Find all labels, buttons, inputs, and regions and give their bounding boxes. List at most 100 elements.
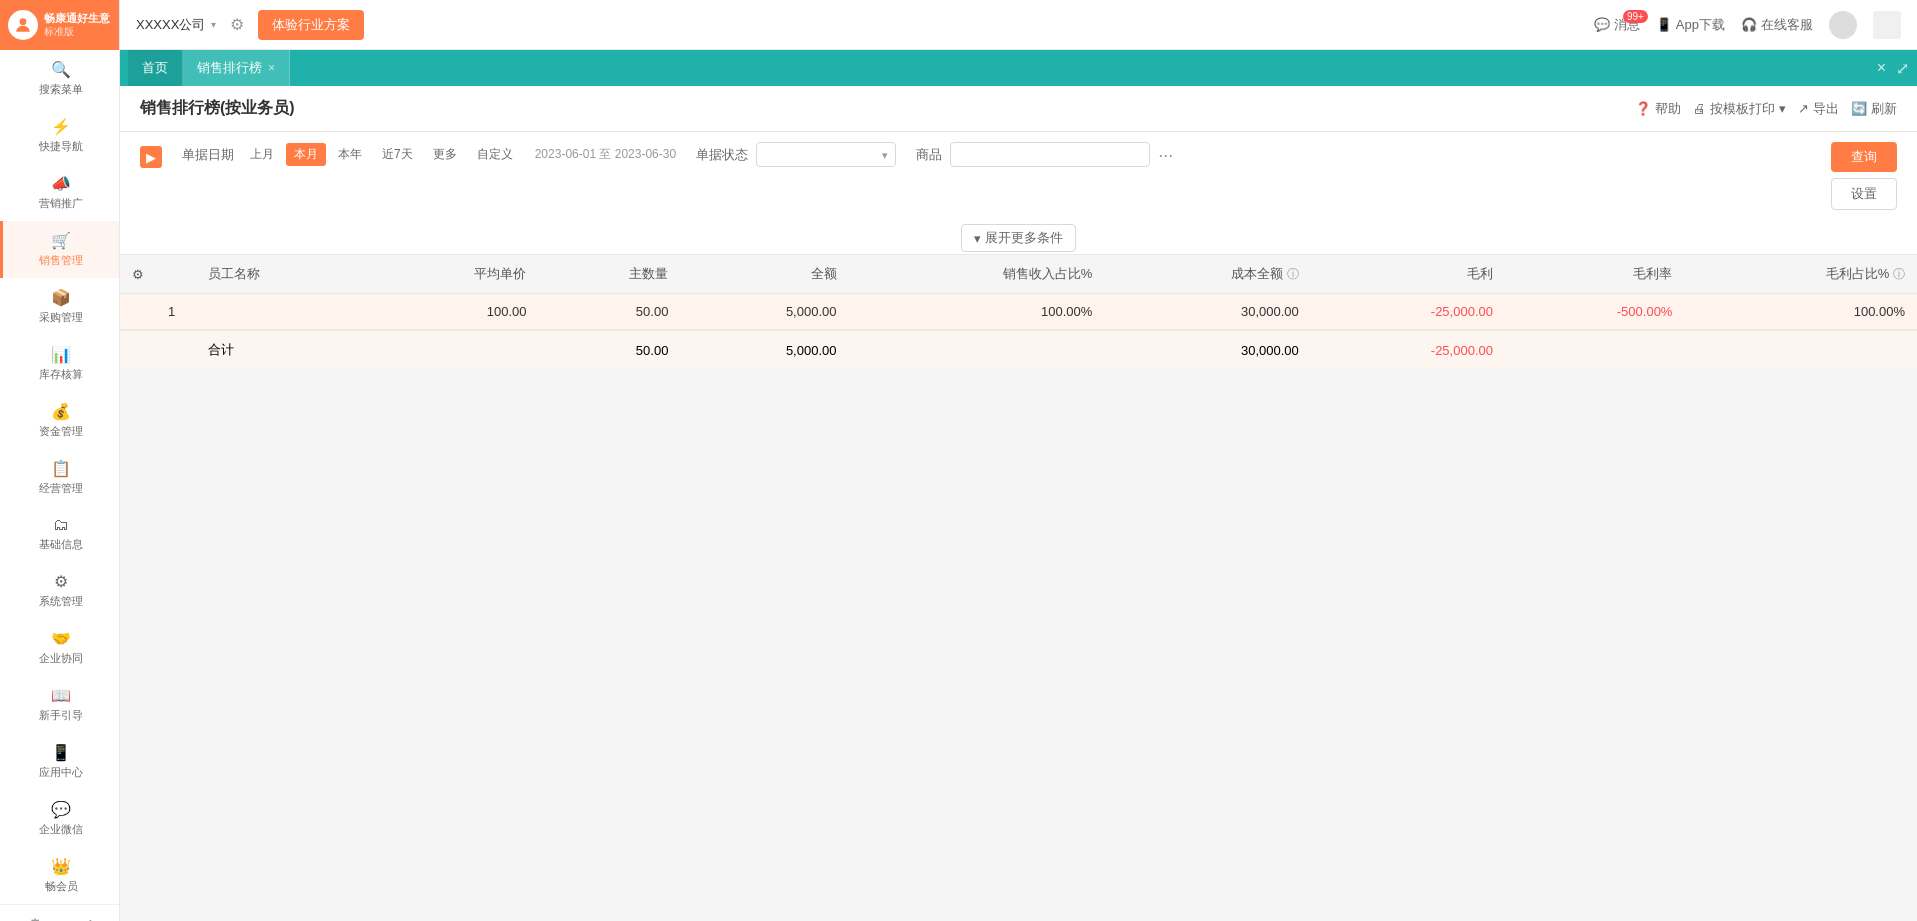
sidebar-item-label: 系统管理 — [39, 594, 83, 609]
user-name[interactable] — [1873, 11, 1901, 39]
user-avatar[interactable] — [1829, 11, 1857, 39]
filter-controls: 单据日期 上月 本月 本年 近7天 更多 自定义 2023-06-01 至 20… — [182, 142, 1811, 167]
row-gross-rate: -500.00% — [1505, 294, 1684, 331]
page-header: 销售排行榜(按业务员) ❓ 帮助 🖨 按模板打印 ▾ ↗ 导出 🔄 刷新 — [120, 86, 1917, 132]
sidebar-item-basic[interactable]: 🗂 基础信息 — [0, 506, 119, 562]
refresh-label: 刷新 — [1871, 100, 1897, 118]
expand-more-row: ▾ 展开更多条件 — [120, 218, 1917, 254]
online-service-btn[interactable]: 🎧 在线客服 — [1741, 16, 1813, 34]
col-cost: 成本全额 ⓘ — [1104, 255, 1310, 294]
tab-close-icon[interactable]: × — [268, 61, 275, 75]
goods-input[interactable] — [950, 142, 1150, 167]
trial-button[interactable]: 体验行业方案 — [258, 10, 364, 40]
date-tab-this-month[interactable]: 本月 — [286, 143, 326, 166]
collab-icon: 🤝 — [51, 629, 71, 648]
sidebar-item-system[interactable]: ⚙ 系统管理 — [0, 562, 119, 619]
sidebar-item-label: 畅会员 — [45, 879, 78, 894]
sidebar-item-quicknav[interactable]: ⚡ 快捷导航 — [0, 107, 119, 164]
sidebar-item-sales[interactable]: 🛒 销售管理 — [0, 221, 119, 278]
query-button[interactable]: 查询 — [1831, 142, 1897, 172]
collapse-icon[interactable]: ◀ — [79, 915, 91, 921]
home-tab-label: 首页 — [142, 59, 168, 77]
table-header: ⚙ 员工名称 平均单价 主数量 全额 销售收入占比% 成本全额 ⓘ 毛利 毛利率 — [120, 255, 1917, 294]
purchase-icon: 📦 — [51, 288, 71, 307]
sidebar-item-marketing[interactable]: 📣 营销推广 — [0, 164, 119, 221]
sidebar-footer: ⚙ ◀ — [0, 904, 119, 921]
goods-label: 商品 — [916, 146, 942, 164]
footer-amount: 5,000.00 — [680, 330, 848, 369]
sidebar-item-guide[interactable]: 📖 新手引导 — [0, 676, 119, 733]
print-btn[interactable]: 🖨 按模板打印 ▾ — [1693, 100, 1786, 118]
company-name: XXXXX公司 — [136, 16, 205, 34]
col-settings[interactable]: ⚙ — [120, 255, 156, 294]
settings-button[interactable]: 设置 — [1831, 178, 1897, 210]
date-tab-7days[interactable]: 近7天 — [374, 143, 421, 166]
print-dropdown-icon: ▾ — [1779, 101, 1786, 116]
sidebar-item-wechat[interactable]: 💬 企业微信 — [0, 790, 119, 847]
svg-point-0 — [20, 18, 27, 25]
cost-help-icon[interactable]: ⓘ — [1287, 267, 1299, 281]
filter-toggle[interactable]: ▶ — [140, 146, 162, 168]
close-window-icon[interactable]: × — [1877, 59, 1886, 77]
status-select[interactable] — [756, 142, 896, 167]
refresh-btn[interactable]: 🔄 刷新 — [1851, 100, 1897, 118]
download-icon: 📱 — [1656, 17, 1672, 32]
help-btn[interactable]: ❓ 帮助 — [1635, 100, 1681, 118]
page-title: 销售排行榜(按业务员) — [140, 98, 295, 131]
sidebar-item-label: 基础信息 — [39, 537, 83, 552]
main-area: XXXXX公司 ▾ ⚙ 体验行业方案 💬 消息 99+ 📱 App下载 🎧 在线… — [120, 0, 1917, 921]
app-logo: 畅康通好生意 标准版 — [0, 0, 119, 50]
sidebar-item-member[interactable]: 👑 畅会员 — [0, 847, 119, 904]
date-range-display: 2023-06-01 至 2023-06-30 — [535, 146, 676, 163]
col-rank — [156, 255, 196, 294]
app-download-btn[interactable]: 📱 App下载 — [1656, 16, 1725, 34]
message-btn[interactable]: 💬 消息 99+ — [1594, 16, 1640, 34]
expand-icon: ▾ — [974, 231, 981, 246]
tab-sales-rank[interactable]: 销售排行榜 × — [183, 50, 290, 86]
company-selector[interactable]: XXXXX公司 ▾ — [136, 16, 216, 34]
status-filter: 单据状态 — [696, 142, 896, 167]
status-select-wrap — [756, 142, 896, 167]
date-tab-this-year[interactable]: 本年 — [330, 143, 370, 166]
topbar-settings-icon[interactable]: ⚙ — [230, 15, 244, 34]
sidebar-item-inventory[interactable]: 📊 库存核算 — [0, 335, 119, 392]
logo-icon — [8, 10, 38, 40]
goods-more-icon[interactable]: ··· — [1158, 146, 1173, 164]
expand-more-btn[interactable]: ▾ 展开更多条件 — [961, 224, 1076, 252]
tab-home[interactable]: 首页 — [128, 50, 183, 86]
gross-pct-help-icon[interactable]: ⓘ — [1893, 267, 1905, 281]
help-label: 帮助 — [1655, 100, 1681, 118]
help-icon: ❓ — [1635, 101, 1651, 116]
footer-settings — [120, 330, 156, 369]
goods-filter: 商品 ··· — [916, 142, 1173, 167]
date-tab-last-month[interactable]: 上月 — [242, 143, 282, 166]
settings-gear-icon[interactable]: ⚙ — [28, 915, 42, 921]
date-label: 单据日期 — [182, 146, 234, 164]
export-btn[interactable]: ↗ 导出 — [1798, 100, 1839, 118]
sidebar-item-purchase[interactable]: 📦 采购管理 — [0, 278, 119, 335]
sidebar-item-ops[interactable]: 📋 经营管理 — [0, 449, 119, 506]
date-tab-more[interactable]: 更多 — [425, 143, 465, 166]
sidebar-item-label: 搜索菜单 — [39, 82, 83, 97]
row-avg-price: 100.00 — [367, 294, 538, 331]
date-tab-custom[interactable]: 自定义 — [469, 143, 521, 166]
sidebar-item-collab[interactable]: 🤝 企业协同 — [0, 619, 119, 676]
footer-qty: 50.00 — [538, 330, 680, 369]
sidebar-item-label: 企业微信 — [39, 822, 83, 837]
footer-gross-rate — [1505, 330, 1684, 369]
data-table: ⚙ 员工名称 平均单价 主数量 全额 销售收入占比% 成本全额 ⓘ 毛利 毛利率 — [120, 255, 1917, 369]
sidebar-item-search[interactable]: 🔍 搜索菜单 — [0, 50, 119, 107]
filter-arrow-icon[interactable]: ▶ — [140, 146, 162, 168]
sidebar-item-label: 快捷导航 — [39, 139, 83, 154]
row-sales-pct: 100.00% — [849, 294, 1105, 331]
footer-cost: 30,000.00 — [1104, 330, 1310, 369]
restore-window-icon[interactable]: ⤢ — [1896, 59, 1909, 78]
sidebar-item-finance[interactable]: 💰 资金管理 — [0, 392, 119, 449]
message-badge: 99+ — [1623, 10, 1648, 23]
row-name — [196, 294, 367, 331]
print-label: 按模板打印 — [1710, 100, 1775, 118]
system-icon: ⚙ — [54, 572, 68, 591]
wechat-icon: 💬 — [51, 800, 71, 819]
table-row: 1 100.00 50.00 5,000.00 100.00% 30,000.0… — [120, 294, 1917, 331]
sidebar-item-apps[interactable]: 📱 应用中心 — [0, 733, 119, 790]
